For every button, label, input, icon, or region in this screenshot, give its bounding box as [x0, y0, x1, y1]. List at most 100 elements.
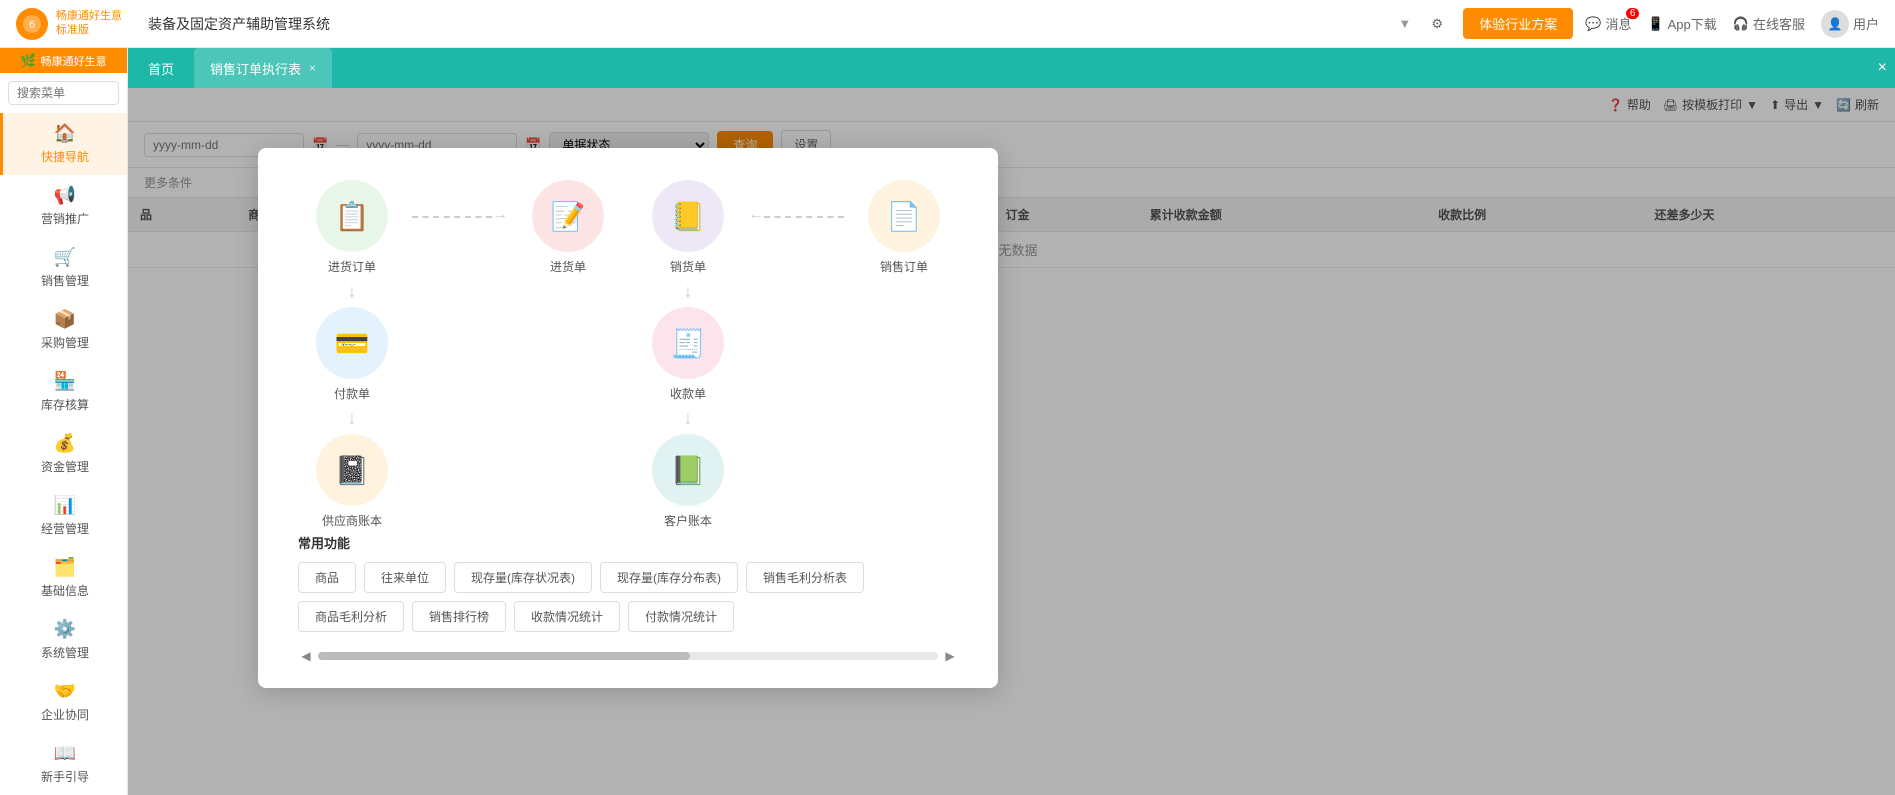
scrollbar-track[interactable] [318, 652, 938, 660]
experience-btn[interactable]: 体验行业方案 [1463, 8, 1573, 39]
flow-node-supplier-ledger: 📓 供应商账本 [316, 434, 388, 529]
func-btn-商品毛利分析[interactable]: 商品毛利分析 [298, 601, 404, 632]
settings-icon[interactable]: ⚙ [1423, 10, 1451, 38]
sidebar: 🌿 畅康通好生意 🏠快捷导航📢营销推广🛒销售管理📦采购管理🏪库存核算💰资金管理📊… [0, 48, 128, 795]
func-btn-付款情况统计[interactable]: 付款情况统计 [628, 601, 734, 632]
flow-circle-purchase-order: 📋 [316, 180, 388, 252]
sidebar-icon-inventory: 🏪 [54, 371, 76, 392]
sidebar-icon-marketing: 📢 [54, 185, 76, 206]
func-btn-现存量(库存状况表)[interactable]: 现存量(库存状况表) [454, 562, 592, 593]
sidebar-label-quick-nav: 快捷导航 [41, 148, 89, 165]
sidebar-label-enterprise: 企业协同 [41, 706, 89, 723]
sidebar-label-purchase: 采购管理 [41, 334, 89, 351]
tab-label: 销售订单执行表 [210, 59, 301, 78]
dropdown-arrow-icon[interactable]: ▼ [1398, 16, 1411, 31]
func-btn-商品[interactable]: 商品 [298, 562, 356, 593]
sidebar-item-sales[interactable]: 🛒 销售管理 [0, 237, 127, 299]
sidebar-item-inventory[interactable]: 🏪库存核算 [0, 361, 127, 423]
flow-label-sales-bill: 销货单 [670, 258, 706, 275]
app-download-label: App下载 [1668, 14, 1717, 33]
sidebar-label-sales: 销售管理 [41, 272, 89, 289]
flow-left-col: 📋 进货订单 ↓ 💳 付款单 ↓ 📓 供应商账本 [292, 180, 412, 529]
system-title: 装备及固定资产辅助管理系统 [148, 14, 1386, 34]
sidebar-label-finance: 资金管理 [41, 458, 89, 475]
tab-home[interactable]: 首页 [128, 48, 194, 88]
sidebar-item-newbie[interactable]: 📖新手引导 [0, 733, 127, 795]
flow-right-col: 📄 销售订单 [844, 180, 964, 275]
sidebar-nav: 🏠快捷导航📢营销推广 🛒 销售管理 📦 采购管理 🏪库存核算 💰 资金管理 📊经营管理🗂️基础信… [0, 113, 127, 795]
logo-icon: 6 [16, 8, 48, 40]
online-service-btn[interactable]: 🎧 在线客服 [1733, 14, 1805, 33]
user-label: 用户 [1853, 14, 1879, 33]
flow-node-sales-order: 📄 销售订单 [868, 180, 940, 275]
page-content: ❓ 帮助 🖨 按模板打印 ▼ ⬆ 导出 ▼ [128, 88, 1895, 795]
flow-label-purchase-bill: 进货单 [550, 258, 586, 275]
sidebar-item-operation[interactable]: 📊经营管理 [0, 485, 127, 547]
flow-circle-purchase-bill: 📝 [532, 180, 604, 252]
headset-icon: 🎧 [1733, 16, 1749, 32]
func-btns-row-1: 商品往来单位现存量(库存状况表) 现存量(库存分布表) 销售毛利分析表商品毛利分析销… [298, 562, 958, 632]
app-download-btn[interactable]: 📱 App下载 [1647, 14, 1716, 33]
search-input[interactable] [8, 81, 119, 105]
sidebar-icon-finance: 💰 [54, 433, 76, 454]
flow-label-payment-slip: 付款单 [334, 385, 370, 402]
arrow-right-area-1: → [412, 180, 508, 224]
tab-bar: 首页 销售订单执行表 × × [128, 48, 1895, 88]
flow-circle-receipt-slip: 🧾 [652, 307, 724, 379]
func-btn-往来单位[interactable]: 往来单位 [364, 562, 446, 593]
flow-label-receipt-slip: 收款单 [670, 385, 706, 402]
common-func-title: 常用功能 [298, 533, 958, 552]
common-func-area: 常用功能 商品往来单位现存量(库存状况表)现存量(库存分布表)销售毛利分析表商品… [298, 533, 958, 632]
flow-top-row: 📋 进货订单 ↓ 💳 付款单 ↓ 📓 供应商账本 [298, 180, 958, 529]
arrow-right-1: → [492, 206, 508, 224]
flow-node-purchase-order: 📋 进货订单 [316, 180, 388, 275]
sidebar-item-basic[interactable]: 🗂️基础信息 [0, 547, 127, 609]
sidebar-icon-purchase: 📦 [54, 309, 76, 330]
func-btn-收款情况统计[interactable]: 收款情况统计 [514, 601, 620, 632]
logo-text: 畅康通好生意 标准版 [56, 10, 122, 36]
sidebar-item-quick-nav[interactable]: 🏠快捷导航 [0, 113, 127, 175]
flow-center-left-col: 📝 进货单 [508, 180, 628, 275]
sidebar-icon-sales: 🛒 [54, 247, 76, 268]
scrollbar-left-btn[interactable]: ◀ [298, 648, 314, 664]
tab-bar-close-icon[interactable]: × [1878, 59, 1887, 77]
arrow-down-3: ↓ [684, 279, 693, 303]
flow-center-right-col: 📒 销货单 ↓ 🧾 收款单 ↓ 📗 客户账本 [628, 180, 748, 529]
content-area: 首页 销售订单执行表 × × ❓ 帮助 [128, 48, 1895, 795]
flow-node-receipt-slip: 🧾 收款单 [652, 307, 724, 402]
user-btn[interactable]: 👤 用户 [1821, 10, 1879, 38]
func-btn-销售排行榜[interactable]: 销售排行榜 [412, 601, 506, 632]
sidebar-item-marketing[interactable]: 📢营销推广 [0, 175, 127, 237]
flow-label-supplier-ledger: 供应商账本 [322, 512, 382, 529]
message-btn[interactable]: 💬 消息 6 [1585, 14, 1631, 33]
flow-label-sales-order: 销售订单 [880, 258, 928, 275]
app-container: 6 畅康通好生意 标准版 装备及固定资产辅助管理系统 ▼ ⚙ 体验行业方案 💬 … [0, 0, 1895, 795]
scrollbar-right-btn[interactable]: ▶ [942, 648, 958, 664]
logo-emoji: 🌿 [20, 53, 36, 69]
message-badge: 6 [1626, 8, 1640, 19]
top-actions: 💬 消息 6 📱 App下载 🎧 在线客服 👤 用户 [1585, 10, 1879, 38]
flow-node-customer-ledger: 📗 客户账本 [652, 434, 724, 529]
logo-area: 6 畅康通好生意 标准版 [16, 8, 136, 40]
sidebar-item-system[interactable]: ⚙️系统管理 [0, 609, 127, 671]
sidebar-item-purchase[interactable]: 📦 采购管理 [0, 299, 127, 361]
arrow-left-1: ← [748, 206, 764, 224]
dashed-line-2 [764, 216, 844, 218]
func-btn-现存量(库存分布表)[interactable]: 现存量(库存分布表) [600, 562, 738, 593]
arrow-down-4: ↓ [684, 406, 693, 430]
modal-box: 📋 进货订单 ↓ 💳 付款单 ↓ 📓 供应商账本 [258, 148, 998, 688]
func-btn-销售毛利分析表[interactable]: 销售毛利分析表 [746, 562, 864, 593]
sidebar-item-finance[interactable]: 💰 资金管理 [0, 423, 127, 485]
flow-label-customer-ledger: 客户账本 [664, 512, 712, 529]
flow-node-purchase-bill: 📝 进货单 [532, 180, 604, 275]
tab-sales-order[interactable]: 销售订单执行表 × [194, 48, 332, 88]
top-bar: 6 畅康通好生意 标准版 装备及固定资产辅助管理系统 ▼ ⚙ 体验行业方案 💬 … [0, 0, 1895, 48]
modal-scrollbar: ◀ ▶ [298, 648, 958, 664]
sidebar-icon-basic: 🗂️ [54, 557, 76, 578]
sidebar-item-enterprise[interactable]: 🤝企业协同 [0, 671, 127, 733]
tab-close-icon[interactable]: × [309, 61, 316, 75]
sidebar-label-operation: 经营管理 [41, 520, 89, 537]
main-area: 🌿 畅康通好生意 🏠快捷导航📢营销推广🛒销售管理📦采购管理🏪库存核算💰资金管理📊… [0, 48, 1895, 795]
flow-node-payment-slip: 💳 付款单 [316, 307, 388, 402]
flow-circle-sales-order: 📄 [868, 180, 940, 252]
